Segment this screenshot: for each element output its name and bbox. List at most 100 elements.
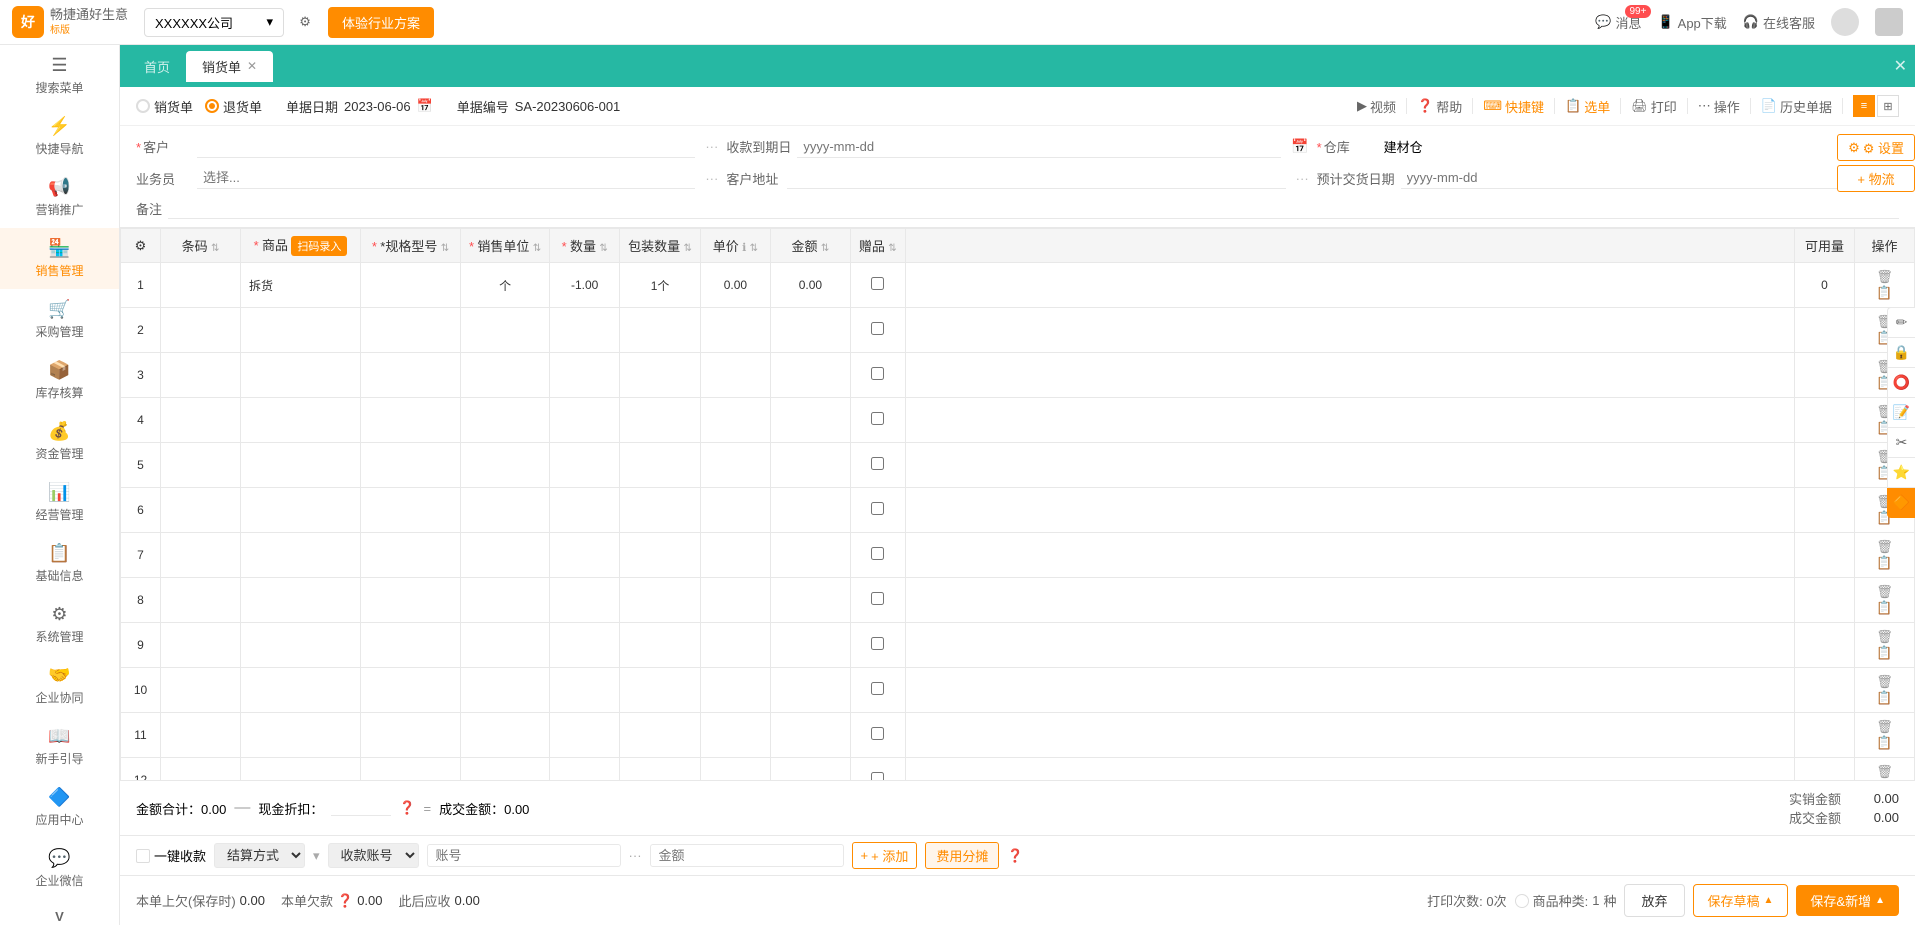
- settings-icon-btn[interactable]: ⚙: [290, 7, 320, 37]
- cell-qty[interactable]: [550, 308, 620, 353]
- cell-product[interactable]: [241, 308, 361, 353]
- scan-barcode-btn[interactable]: 扫码录入: [291, 236, 347, 256]
- account-select[interactable]: 收款账号: [328, 843, 419, 868]
- receive-date-input[interactable]: [797, 136, 1281, 158]
- cell-product[interactable]: [241, 713, 361, 758]
- cell-unit[interactable]: [461, 758, 550, 781]
- cell-price[interactable]: [700, 533, 770, 578]
- cell-gift[interactable]: [850, 353, 905, 398]
- cell-unit[interactable]: [461, 398, 550, 443]
- cell-gift[interactable]: [850, 398, 905, 443]
- table-settings-icon[interactable]: ⚙: [135, 238, 147, 253]
- cell-pkg[interactable]: [620, 488, 701, 533]
- copy-icon[interactable]: 📋: [1876, 285, 1892, 300]
- cell-gift[interactable]: [850, 668, 905, 713]
- message-btn[interactable]: 💬 消息 99+: [1595, 13, 1641, 32]
- copy-icon[interactable]: 📋: [1876, 735, 1892, 750]
- cell-unit[interactable]: [461, 308, 550, 353]
- salesman-more-icon[interactable]: ···: [705, 171, 718, 186]
- cell-pkg[interactable]: [620, 623, 701, 668]
- cell-price[interactable]: [700, 713, 770, 758]
- cell-pkg[interactable]: [620, 308, 701, 353]
- cell-barcode[interactable]: [161, 668, 241, 713]
- cell-qty[interactable]: [550, 398, 620, 443]
- gift-checkbox[interactable]: [871, 637, 884, 650]
- tab-close-icon[interactable]: ✕: [247, 59, 257, 73]
- gift-checkbox[interactable]: [871, 412, 884, 425]
- cell-spec[interactable]: [361, 758, 461, 781]
- action-history[interactable]: 📄 历史单据: [1761, 97, 1832, 116]
- cell-product[interactable]: [241, 578, 361, 623]
- cell-unit[interactable]: [461, 668, 550, 713]
- cell-amount[interactable]: [770, 758, 850, 781]
- cell-price[interactable]: [700, 578, 770, 623]
- current-owed-help[interactable]: ❓: [337, 893, 353, 909]
- online-service-btn[interactable]: 🎧 在线客服: [1743, 13, 1815, 32]
- save-draft-btn[interactable]: 保存草稿 ▲: [1693, 884, 1789, 917]
- discard-btn[interactable]: 放弃: [1624, 884, 1684, 917]
- cell-amount[interactable]: [770, 443, 850, 488]
- estimated-date-input[interactable]: [1401, 167, 1872, 189]
- cell-product[interactable]: [241, 758, 361, 781]
- sidebar-item-marketing[interactable]: 📢 营销推广: [0, 167, 119, 228]
- cell-unit[interactable]: [461, 353, 550, 398]
- sidebar-item-operations[interactable]: 📊 经营管理: [0, 472, 119, 533]
- cell-qty[interactable]: [550, 758, 620, 781]
- action-ops[interactable]: ⋯ 操作: [1698, 97, 1740, 116]
- cell-unit[interactable]: [461, 578, 550, 623]
- cell-pkg[interactable]: [620, 443, 701, 488]
- avatar[interactable]: [1831, 8, 1859, 36]
- float-btn-5[interactable]: ✂: [1887, 428, 1915, 458]
- user-settings-icon[interactable]: [1875, 8, 1903, 36]
- sidebar-item-shortcuts[interactable]: ⚡ 快捷导航: [0, 106, 119, 167]
- sidebar-item-finance[interactable]: 💰 资金管理: [0, 411, 119, 472]
- expense-btn[interactable]: 费用分摊: [925, 842, 999, 869]
- cell-spec[interactable]: [361, 308, 461, 353]
- cell-amount[interactable]: [770, 533, 850, 578]
- radio-return[interactable]: 退货单: [205, 97, 262, 116]
- action-shortcut[interactable]: ⌨ 快捷键: [1483, 97, 1544, 116]
- cell-amount[interactable]: [770, 308, 850, 353]
- expense-help-icon[interactable]: ❓: [1007, 848, 1023, 864]
- sidebar-item-member[interactable]: V 畅会员: [0, 899, 119, 925]
- cell-price[interactable]: [700, 398, 770, 443]
- cell-pkg[interactable]: [620, 758, 701, 781]
- gift-checkbox[interactable]: [871, 502, 884, 515]
- customer-input[interactable]: [197, 136, 695, 158]
- discount-input[interactable]: [331, 800, 391, 816]
- cell-product[interactable]: [241, 353, 361, 398]
- delete-icon[interactable]: 🗑: [1876, 629, 1893, 644]
- cell-pkg[interactable]: [620, 578, 701, 623]
- cell-barcode[interactable]: [161, 443, 241, 488]
- save-new-btn[interactable]: 保存&新增 ▲: [1796, 885, 1899, 916]
- cell-spec[interactable]: [361, 668, 461, 713]
- payment-method-select[interactable]: 结算方式: [214, 843, 305, 868]
- cell-barcode[interactable]: [161, 758, 241, 781]
- sidebar-item-appstore[interactable]: 🔷 应用中心: [0, 777, 119, 838]
- cell-qty[interactable]: [550, 623, 620, 668]
- float-btn-1[interactable]: ✏: [1887, 307, 1915, 338]
- sidebar-item-collab[interactable]: 🤝 企业协同: [0, 655, 119, 716]
- address-more-icon[interactable]: ···: [1296, 171, 1309, 186]
- one-key-pay-label[interactable]: 一键收款: [136, 846, 206, 865]
- view-grid-btn[interactable]: ⊞: [1877, 95, 1899, 117]
- action-video[interactable]: ▶ 视频: [1357, 97, 1396, 116]
- one-key-pay-checkbox[interactable]: [136, 849, 150, 863]
- sidebar-item-sales[interactable]: 🏪 销售管理: [0, 228, 119, 289]
- cell-amount[interactable]: [770, 578, 850, 623]
- amount-input[interactable]: [650, 844, 844, 867]
- cell-product[interactable]: [241, 488, 361, 533]
- cell-amount[interactable]: [770, 488, 850, 533]
- close-all-icon[interactable]: ✕: [1894, 56, 1907, 76]
- trial-button[interactable]: 体验行业方案: [328, 7, 434, 38]
- cell-qty[interactable]: [550, 488, 620, 533]
- company-selector[interactable]: XXXXXX公司 ▾: [144, 8, 284, 37]
- action-print[interactable]: 🖨 打印: [1631, 97, 1677, 116]
- float-btn-6[interactable]: ⭐: [1887, 458, 1915, 488]
- cell-qty[interactable]: [550, 713, 620, 758]
- delete-icon[interactable]: 🗑: [1876, 269, 1893, 284]
- cell-price[interactable]: [700, 353, 770, 398]
- action-select[interactable]: 📋 选单: [1565, 97, 1610, 116]
- price-info-icon[interactable]: ℹ: [742, 242, 746, 254]
- copy-icon[interactable]: 📋: [1876, 645, 1892, 660]
